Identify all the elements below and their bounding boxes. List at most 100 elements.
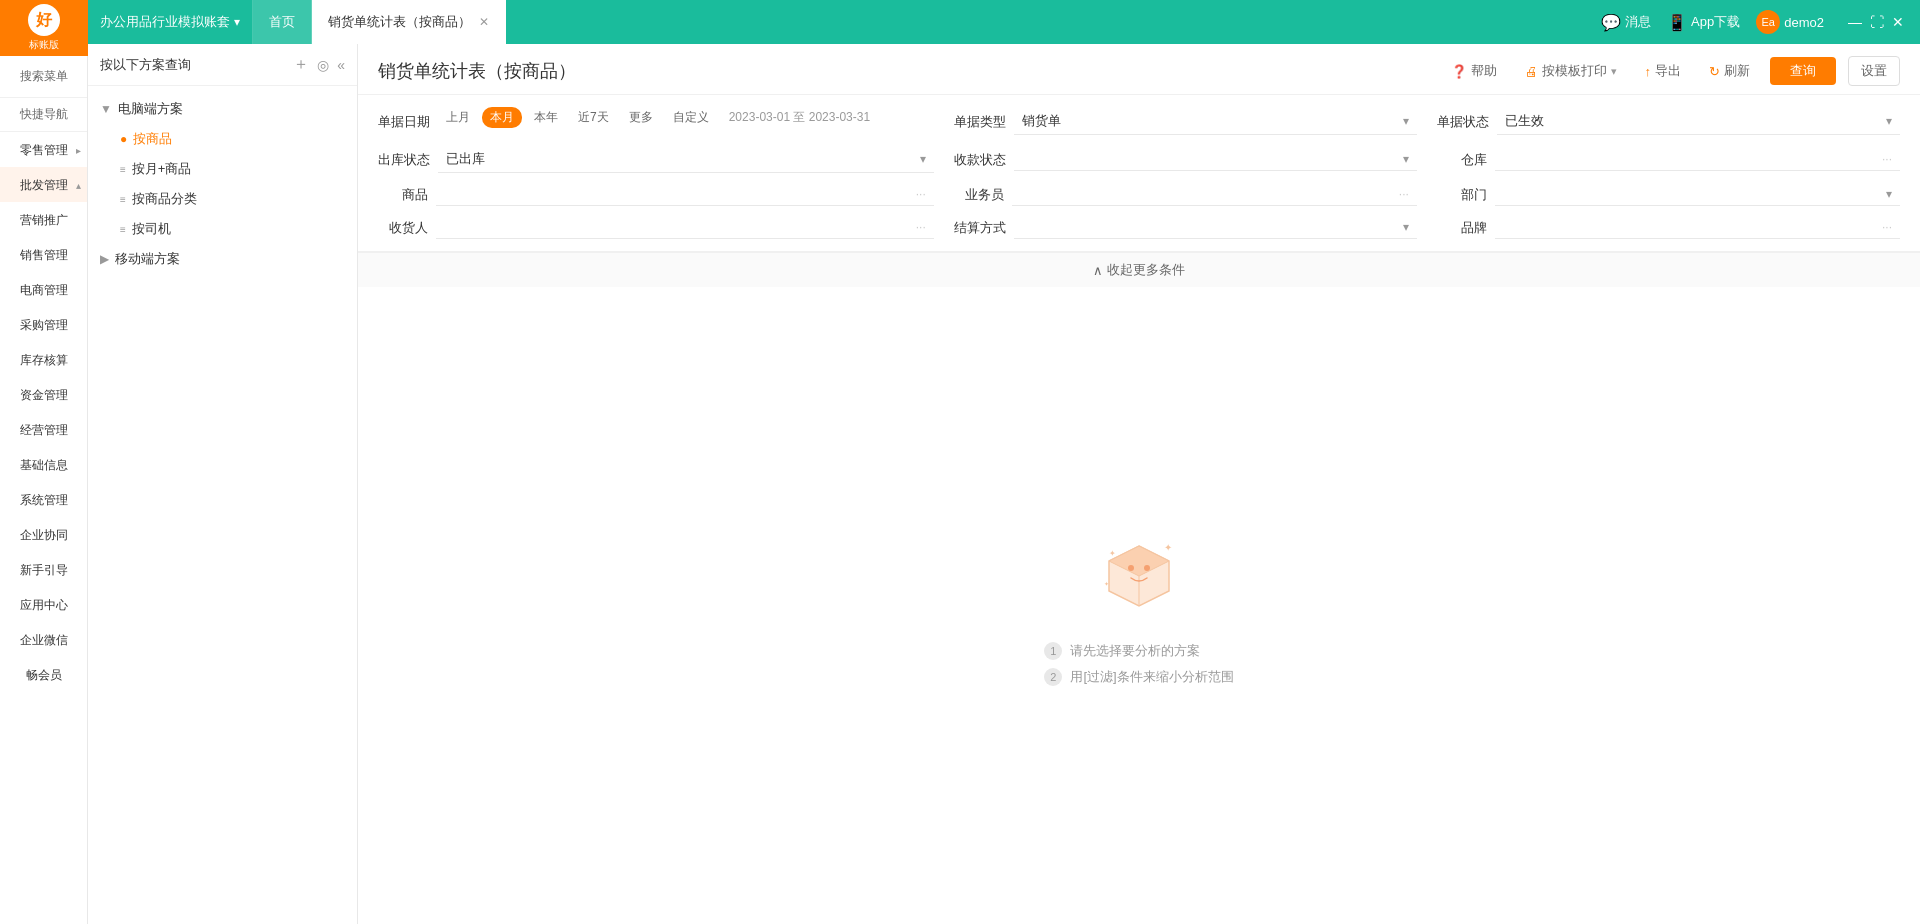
sidebar-item-app-center[interactable]: 应用中心 (0, 587, 87, 622)
help-button[interactable]: ❓ 帮助 (1443, 58, 1505, 84)
date-btn-last-month[interactable]: 上月 (438, 107, 478, 128)
collapse-more-label: 收起更多条件 (1107, 261, 1185, 279)
sidebar-item-basic[interactable]: 基础信息 (0, 447, 87, 482)
sidebar-search[interactable]: 搜索菜单 (0, 56, 87, 98)
filter-doc-type-field: 单据类型 销货单 ▾ (954, 108, 1417, 135)
list-icon-3: ≡ (120, 224, 126, 235)
user-btn[interactable]: Ea demo2 (1756, 10, 1824, 34)
tab-close-icon[interactable]: ✕ (479, 15, 489, 29)
filter-payment-method-select[interactable]: ▾ (1014, 216, 1417, 239)
sidebar-item-stock[interactable]: 库存核算 (0, 342, 87, 377)
sidebar-nav-label[interactable]: 快捷导航 (20, 102, 68, 127)
date-btn-7days[interactable]: 近7天 (570, 107, 617, 128)
filter-payment-method-label: 结算方式 (954, 219, 1006, 237)
ellipsis-icon: ··· (1399, 187, 1409, 201)
empty-tips: 1 请先选择要分析的方案 2 用[过滤]条件来缩小分析范围 (1044, 642, 1233, 686)
tab-report[interactable]: 销货单统计表（按商品） ✕ (312, 0, 506, 44)
sidebar-item-purchase[interactable]: 采购管理 (0, 307, 87, 342)
filter-product-input[interactable]: ··· (436, 183, 934, 206)
app-download-btn[interactable]: 📱 App下载 (1667, 13, 1740, 32)
sidebar-logo[interactable]: 好 标账版 (0, 0, 88, 56)
tab-home[interactable]: 首页 (253, 0, 312, 44)
filter-doc-status-select[interactable]: 已生效 ▾ (1497, 108, 1900, 135)
filter-recipient-input[interactable]: ··· (436, 216, 934, 239)
window-controls: — ⛶ ✕ (1848, 14, 1904, 30)
query-button[interactable]: 查询 (1770, 57, 1836, 85)
tree-item-by-category[interactable]: ≡ 按商品分类 (88, 184, 357, 214)
filter-payment-status-select[interactable]: ▾ (1014, 148, 1417, 171)
filter-doc-type-label: 单据类型 (954, 113, 1006, 131)
sidebar-menu: 零售管理 ▸ 批发管理 ▴ 营销推广 销售管理 电商管理 采购管理 库存核算 资… (0, 132, 87, 924)
tree-item-by-month-product[interactable]: ≡ 按月+商品 (88, 154, 357, 184)
add-scheme-button[interactable]: ＋ (293, 54, 309, 75)
page-title: 销货单统计表（按商品） (378, 59, 576, 83)
template-print-button[interactable]: 🖨 按模板打印 ▾ (1517, 58, 1625, 84)
tree-item-by-category-label: 按商品分类 (132, 190, 197, 208)
sidebar-item-wholesale[interactable]: 批发管理 ▴ (0, 167, 87, 202)
close-window-button[interactable]: ✕ (1892, 14, 1904, 30)
filter-payment-status-field: 收款状态 ▾ (954, 148, 1417, 171)
template-print-label: 按模板打印 (1542, 62, 1607, 80)
sidebar-item-finance[interactable]: 资金管理 (0, 377, 87, 412)
filter-product-field: 商品 ··· (378, 183, 934, 206)
chevron-down-icon: ▾ (1886, 114, 1892, 128)
tree-group-mobile-header[interactable]: ▶ 移动端方案 (88, 244, 357, 274)
filter-doc-type-value: 销货单 (1022, 112, 1061, 130)
sidebar-item-system[interactable]: 系统管理 (0, 482, 87, 517)
industry-selector[interactable]: 办公用品行业模拟账套 ▾ (88, 0, 253, 44)
tip-text-2: 用[过滤]条件来缩小分析范围 (1070, 668, 1233, 686)
export-button[interactable]: ↑ 导出 (1637, 58, 1690, 84)
tree-item-by-product-label: 按商品 (133, 130, 172, 148)
date-btn-this-year[interactable]: 本年 (526, 107, 566, 128)
date-btn-custom[interactable]: 自定义 (665, 107, 717, 128)
filter-out-status-select[interactable]: 已出库 ▾ (438, 146, 934, 173)
settings-button[interactable]: 设置 (1848, 56, 1900, 86)
sidebar-item-operation[interactable]: 经营管理 (0, 412, 87, 447)
sidebar-item-ecommerce[interactable]: 电商管理 (0, 272, 87, 307)
sidebar-item-retail[interactable]: 零售管理 ▸ (0, 132, 87, 167)
message-label: 消息 (1625, 13, 1651, 31)
date-bar: 上月 本月 本年 近7天 更多 自定义 2023-03-01 至 2023-03… (438, 107, 934, 128)
filter-out-status-field: 出库状态 已出库 ▾ (378, 146, 934, 173)
date-btn-more[interactable]: 更多 (621, 107, 661, 128)
maximize-button[interactable]: ⛶ (1870, 14, 1884, 30)
chevron-down-icon: ▾ (234, 15, 240, 29)
empty-tip-1: 1 请先选择要分析的方案 (1044, 642, 1233, 660)
filter-out-status-value: 已出库 (446, 150, 485, 168)
filter-department-select[interactable]: ▾ (1495, 183, 1900, 206)
tree-item-by-cashier[interactable]: ≡ 按司机 (88, 214, 357, 244)
sidebar-item-member[interactable]: 畅会员 (0, 657, 87, 692)
filter-salesperson-label: 业务员 (954, 186, 1004, 204)
sidebar-nav[interactable]: 快捷导航 (0, 98, 87, 132)
filter-salesperson-input[interactable]: ··· (1012, 183, 1417, 206)
tree-group-mobile-label: 移动端方案 (115, 250, 180, 268)
sidebar-item-newbie[interactable]: 新手引导 (0, 552, 87, 587)
right-panel: 销货单统计表（按商品） ❓ 帮助 🖨 按模板打印 ▾ ↑ 导出 (358, 44, 1920, 924)
left-panel-header: 按以下方案查询 ＋ ◎ « (88, 44, 357, 86)
topbar: 办公用品行业模拟账套 ▾ 首页 销货单统计表（按商品） ✕ 💬 消息 📱 App… (88, 0, 1920, 44)
sidebar-item-sales[interactable]: 销售管理 (0, 237, 87, 272)
sidebar-search-label[interactable]: 搜索菜单 (20, 64, 68, 89)
date-btn-this-month[interactable]: 本月 (482, 107, 522, 128)
topbar-tabs: 首页 销货单统计表（按商品） ✕ (253, 0, 506, 44)
ellipsis-icon: ··· (1882, 152, 1892, 166)
filter-warehouse-input[interactable]: ··· (1495, 148, 1900, 171)
tree-group-pc-header[interactable]: ▼ 电脑端方案 (88, 94, 357, 124)
settings-scheme-button[interactable]: ◎ (317, 57, 329, 73)
message-btn[interactable]: 💬 消息 (1601, 13, 1651, 32)
filter-date-label: 单据日期 (378, 113, 430, 131)
tree-item-by-product[interactable]: ● 按商品 (88, 124, 357, 154)
collapse-panel-button[interactable]: « (337, 57, 345, 73)
sidebar-item-marketing[interactable]: 营销推广 (0, 202, 87, 237)
filter-department-label: 部门 (1437, 186, 1487, 204)
sidebar-item-wechat[interactable]: 企业微信 (0, 622, 87, 657)
filter-warehouse-label: 仓库 (1437, 151, 1487, 169)
filter-salesperson-field: 业务员 ··· (954, 183, 1417, 206)
refresh-button[interactable]: ↻ 刷新 (1701, 58, 1758, 84)
filter-doc-type-select[interactable]: 销货单 ▾ (1014, 108, 1417, 135)
filter-brand-input[interactable]: ··· (1495, 216, 1900, 239)
minimize-button[interactable]: — (1848, 14, 1862, 30)
collapse-more-btn[interactable]: ∧ 收起更多条件 (358, 252, 1920, 287)
sidebar-item-enterprise[interactable]: 企业协同 (0, 517, 87, 552)
refresh-icon: ↻ (1709, 64, 1720, 79)
